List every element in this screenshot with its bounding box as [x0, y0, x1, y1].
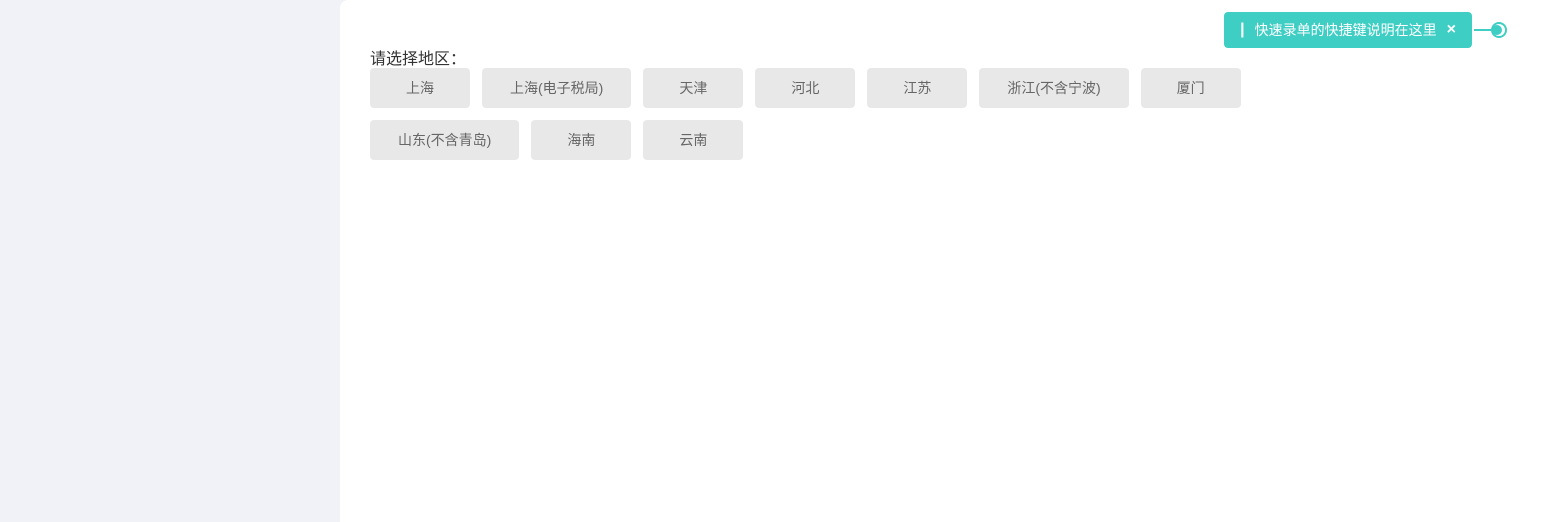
region-btn-xiamen[interactable]: 厦门 — [1141, 68, 1241, 108]
tooltip-close-button[interactable]: × — [1447, 22, 1456, 38]
region-buttons: 上海 上海(电子税局) 天津 河北 江苏 浙江(不含宁波) 厦门 山东(不含青岛… — [370, 68, 1532, 172]
region-btn-yunnan[interactable]: 云南 — [643, 120, 743, 160]
region-row-2: 山东(不含青岛) 海南 云南 — [370, 120, 1532, 160]
region-btn-shanghai-etax[interactable]: 上海(电子税局) — [482, 68, 631, 108]
region-btn-zhejiang[interactable]: 浙江(不含宁波) — [979, 68, 1128, 108]
region-btn-shanghai[interactable]: 上海 — [370, 68, 470, 108]
tooltip-inner-dot — [1492, 25, 1502, 35]
section-title: 请选择地区： — [370, 45, 466, 69]
region-btn-shandong[interactable]: 山东(不含青岛) — [370, 120, 519, 160]
region-btn-hainan[interactable]: 海南 — [531, 120, 631, 160]
region-btn-tianjin[interactable]: 天津 — [643, 68, 743, 108]
region-row-1: 上海 上海(电子税局) 天津 河北 江苏 浙江(不含宁波) 厦门 — [370, 68, 1532, 108]
tooltip-banner: 快速录单的快捷键说明在这里 × — [1224, 12, 1472, 48]
region-btn-hebei[interactable]: 河北 — [755, 68, 855, 108]
left-sidebar — [0, 0, 340, 522]
main-content: 请选择地区： 上海 上海(电子税局) 天津 河北 江苏 浙江(不含宁波) 厦门 … — [340, 0, 1562, 522]
region-btn-jiangsu[interactable]: 江苏 — [867, 68, 967, 108]
tooltip-text: 快速录单的快捷键说明在这里 — [1255, 20, 1437, 40]
